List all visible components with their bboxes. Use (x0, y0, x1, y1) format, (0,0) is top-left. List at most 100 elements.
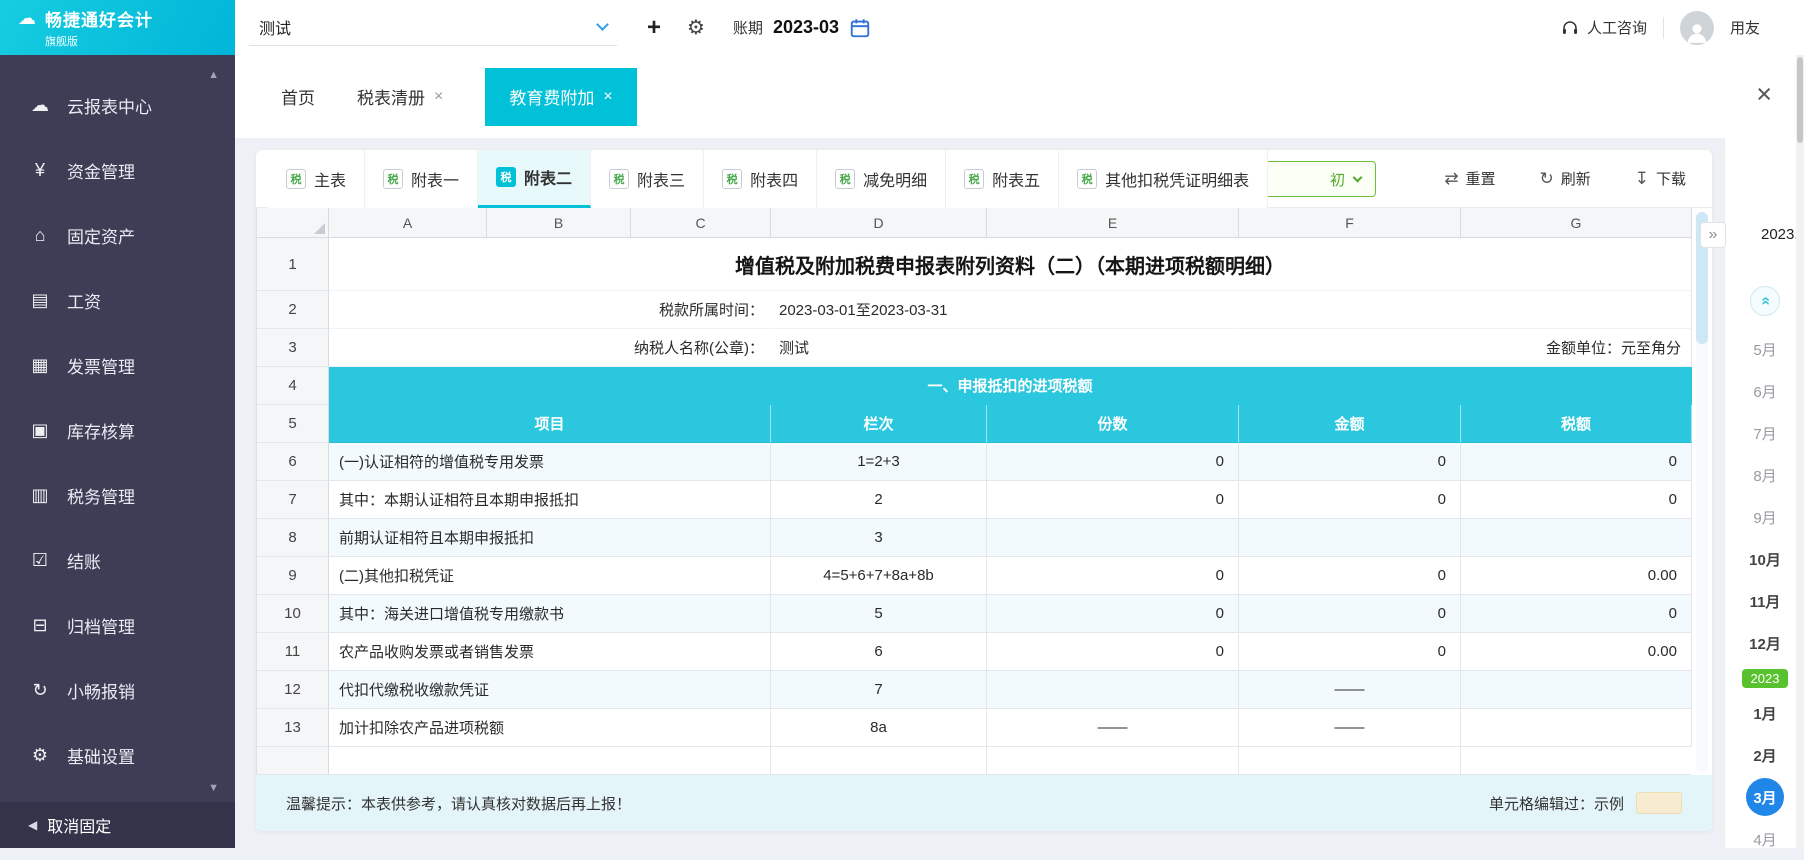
month-item[interactable]: 10月 (1725, 538, 1804, 580)
sidebar-item-closing[interactable]: ☑ 结账 (0, 528, 235, 593)
count-cell[interactable]: 0 (987, 443, 1239, 481)
amount-cell[interactable]: 0 (1239, 481, 1461, 519)
gear-icon[interactable]: ⚙ (687, 15, 705, 40)
item-cell[interactable]: 农产品收购发票或者销售发票 (329, 633, 771, 671)
sheet-tab-appendix-3[interactable]: 税 附表三 (591, 150, 705, 208)
count-cell[interactable]: 0 (987, 633, 1239, 671)
column-header[interactable]: F (1239, 208, 1461, 238)
sidebar-scroll-down-icon[interactable]: ▼ (208, 782, 219, 794)
header-amount-cell[interactable]: 金额 (1239, 405, 1461, 443)
row-header[interactable] (257, 747, 329, 775)
section-banner-cell[interactable]: 一、申报抵扣的进项税额 (329, 367, 1692, 405)
count-cell[interactable]: —— (987, 709, 1239, 747)
month-item[interactable]: 12月 (1725, 622, 1804, 664)
item-cell[interactable]: (二)其他扣税凭证 (329, 557, 771, 595)
close-tab-icon[interactable]: × (434, 88, 443, 106)
sidebar-item-cloud-reports[interactable]: ☁ 云报表中心 (0, 73, 235, 138)
amount-cell[interactable]: 0 (1239, 633, 1461, 671)
column-header[interactable]: A (329, 208, 487, 238)
count-cell[interactable]: 0 (987, 595, 1239, 633)
sidebar-item-funds[interactable]: ¥ 资金管理 (0, 138, 235, 203)
sheet-tab-appendix-4[interactable]: 税 附表四 (704, 150, 818, 208)
header-column-cell[interactable]: 栏次 (771, 405, 987, 443)
row-header[interactable]: 6 (257, 443, 329, 481)
tax-cell[interactable]: 0 (1461, 595, 1692, 633)
month-item-active[interactable]: 3月 (1725, 776, 1804, 818)
unpin-sidebar-button[interactable]: ◀ 取消固定 (0, 802, 235, 848)
account-selector[interactable]: 测试 (249, 10, 617, 46)
sidebar-item-payroll[interactable]: ▤ 工资 (0, 268, 235, 333)
item-cell[interactable]: 前期认证相符且本期申报抵扣 (329, 519, 771, 557)
column-cell[interactable]: 5 (771, 595, 987, 633)
row-header[interactable]: 11 (257, 633, 329, 671)
month-item[interactable]: 5月 (1725, 328, 1804, 370)
tax-cell[interactable] (1461, 709, 1692, 747)
sidebar-item-settings[interactable]: ⚙ 基础设置 (0, 723, 235, 788)
amount-cell[interactable]: 0 (1239, 595, 1461, 633)
user-menu[interactable]: 用友 (1730, 17, 1760, 38)
tax-cell[interactable]: 0.00 (1461, 557, 1692, 595)
period-value-cell[interactable]: 2023-03-01至2023-03-31 (771, 291, 1239, 329)
column-header[interactable]: E (987, 208, 1239, 238)
row-header[interactable]: 5 (257, 405, 329, 443)
amount-cell[interactable]: —— (1239, 671, 1461, 709)
amount-cell[interactable]: 0 (1239, 557, 1461, 595)
sidebar-scroll-up-icon[interactable]: ▲ (208, 69, 219, 81)
support-button[interactable]: 人工咨询 (1561, 17, 1647, 38)
column-cell[interactable] (771, 747, 987, 775)
sheet-tab-main[interactable]: 税 主表 (268, 150, 366, 208)
tax-cell[interactable]: 0.00 (1461, 633, 1692, 671)
row-header[interactable]: 1 (257, 238, 329, 291)
download-button[interactable]: ↧ 下载 (1634, 168, 1686, 189)
item-cell[interactable]: 其中：本期认证相符且本期申报抵扣 (329, 481, 771, 519)
calendar-icon[interactable] (849, 17, 871, 39)
column-header[interactable]: G (1461, 208, 1692, 238)
column-header[interactable]: D (771, 208, 987, 238)
count-cell[interactable] (987, 747, 1239, 775)
item-cell[interactable] (329, 747, 771, 775)
tab-home[interactable]: 首页 (281, 84, 315, 109)
header-item-cell[interactable]: 项目 (329, 405, 771, 443)
month-item[interactable]: 1月 (1725, 692, 1804, 734)
month-item[interactable]: 6月 (1725, 370, 1804, 412)
count-cell[interactable]: 0 (987, 481, 1239, 519)
taxpayer-label-cell[interactable]: 纳税人名称(公章)： (329, 329, 771, 367)
item-cell[interactable]: 代扣代缴税收缴款凭证 (329, 671, 771, 709)
count-cell[interactable] (987, 671, 1239, 709)
tax-cell[interactable] (1461, 671, 1692, 709)
month-item[interactable]: 2月 (1725, 734, 1804, 776)
amount-cell[interactable]: 0 (1239, 443, 1461, 481)
unit-note-cell[interactable]: 金额单位：元至角分 (1239, 329, 1692, 367)
sidebar-item-inventory[interactable]: ▣ 库存核算 (0, 398, 235, 463)
row-header[interactable]: 9 (257, 557, 329, 595)
tax-cell[interactable] (1461, 747, 1691, 775)
period-filter-button[interactable]: 初 (1256, 161, 1376, 197)
sheet-tab-appendix-5[interactable]: 税 附表五 (946, 150, 1060, 208)
item-cell[interactable]: 加计扣除农产品进项税额 (329, 709, 771, 747)
close-page-icon[interactable]: × (1756, 81, 1772, 108)
sidebar-item-reimburse[interactable]: ↻ 小畅报销 (0, 658, 235, 723)
tax-cell[interactable]: 0 (1461, 481, 1692, 519)
sidebar-item-archive[interactable]: ⊟ 归档管理 (0, 593, 235, 658)
row-header[interactable]: 3 (257, 329, 329, 367)
empty-cell[interactable] (1239, 291, 1692, 329)
refresh-button[interactable]: ↻ 刷新 (1539, 168, 1591, 189)
sidebar-item-fixed-assets[interactable]: ⌂ 固定资产 (0, 203, 235, 268)
tax-cell[interactable]: 0 (1461, 443, 1692, 481)
sidebar-item-invoices[interactable]: ▦ 发票管理 (0, 333, 235, 398)
grid-scrollbar[interactable] (1696, 212, 1708, 772)
row-header[interactable]: 2 (257, 291, 329, 329)
add-account-button[interactable]: + (647, 14, 661, 42)
tab-education-surcharge[interactable]: 教育费附加 × (485, 67, 637, 126)
column-cell[interactable]: 6 (771, 633, 987, 671)
tab-tax-register[interactable]: 税表清册 × (357, 84, 443, 109)
amount-cell[interactable] (1239, 519, 1461, 557)
item-cell[interactable]: 其中：海关进口增值税专用缴款书 (329, 595, 771, 633)
collapse-panel-button[interactable]: » (1700, 222, 1726, 248)
column-header[interactable]: B (487, 208, 631, 238)
sidebar-item-tax[interactable]: ▥ 税务管理 (0, 463, 235, 528)
close-tab-icon[interactable]: × (603, 88, 612, 106)
column-header[interactable]: C (631, 208, 771, 238)
row-header[interactable]: 13 (257, 709, 329, 747)
row-header[interactable]: 7 (257, 481, 329, 519)
